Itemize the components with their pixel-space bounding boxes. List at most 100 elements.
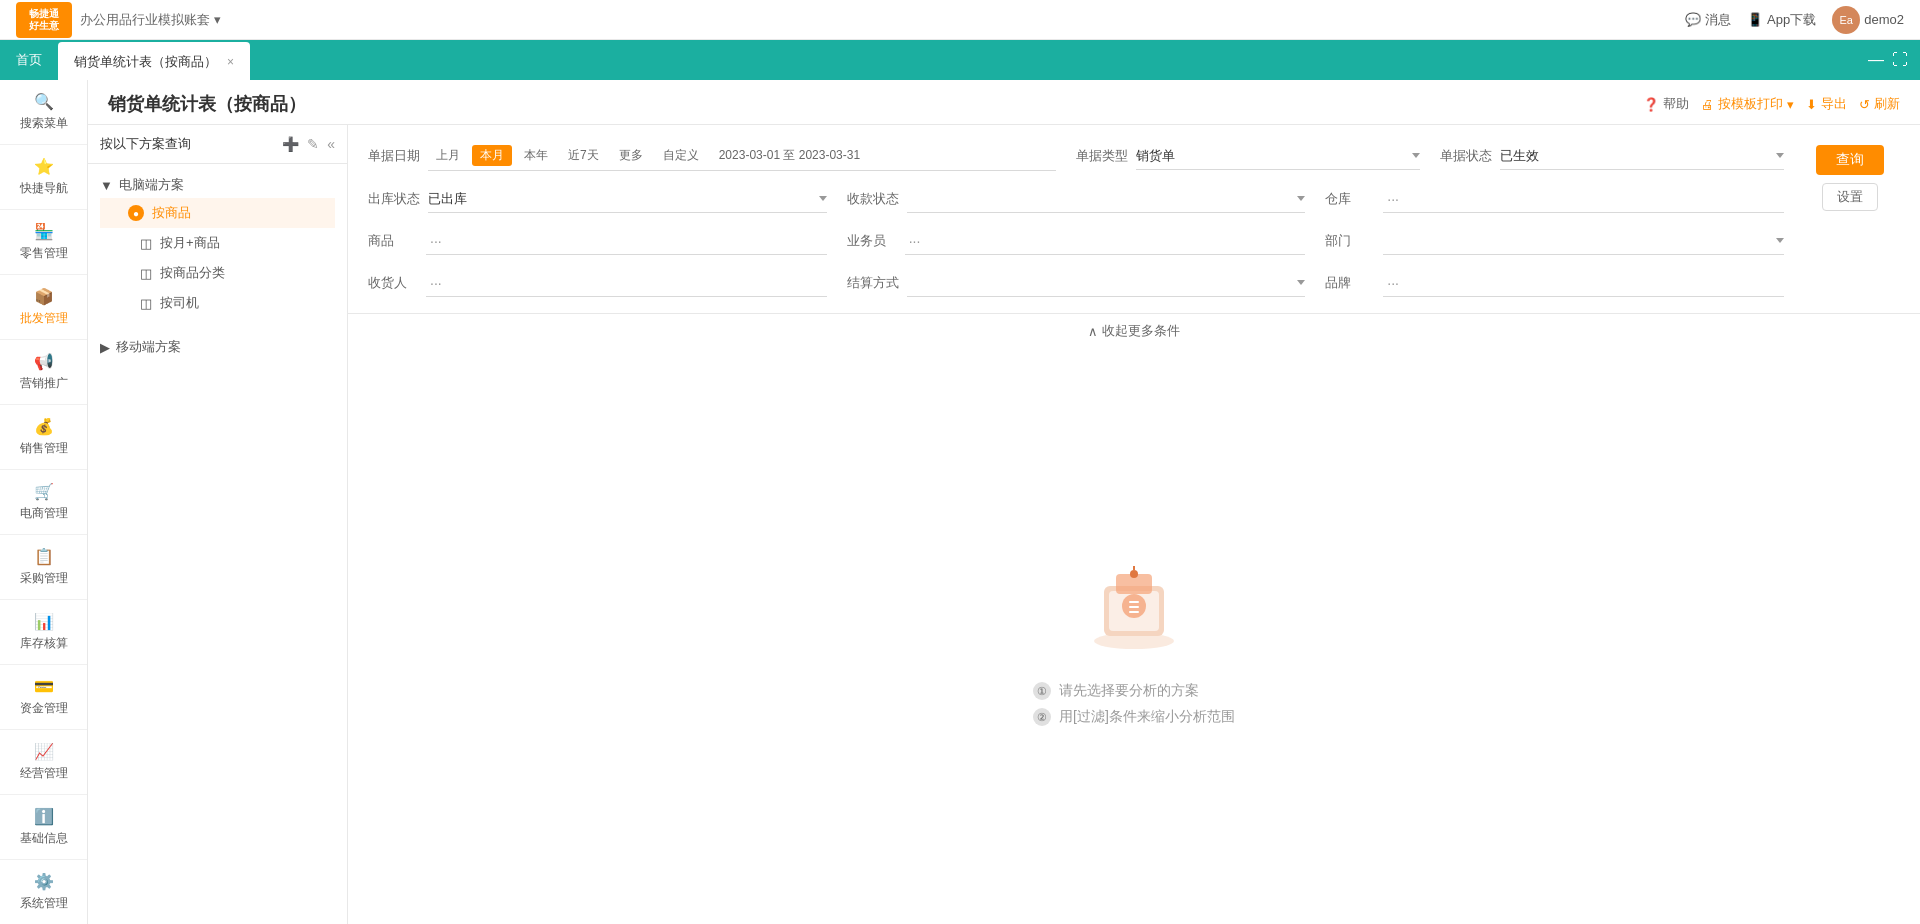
app-download-button[interactable]: 📱 App下载 [1747, 11, 1816, 29]
pc-section-label: 电脑端方案 [119, 176, 184, 194]
goods-control[interactable]: ··· [426, 227, 827, 255]
export-icon: ⬇ [1806, 97, 1817, 112]
brand-dots[interactable]: ··· [1387, 275, 1399, 291]
svg-rect-6 [1129, 611, 1139, 613]
settings-button[interactable]: 设置 [1822, 183, 1878, 211]
collapse-button[interactable]: ∧ 收起更多条件 [1088, 322, 1180, 340]
split-panel: 按以下方案查询 ➕ ✎ « ▼ 电脑端方案 [88, 125, 1920, 924]
print-chevron-icon: ▾ [1787, 97, 1794, 112]
receiver-dots[interactable]: ··· [430, 275, 442, 291]
purchase-icon: 📋 [34, 547, 54, 566]
dept-select[interactable] [1383, 238, 1784, 243]
scheme-item-by-month-goods[interactable]: ◫ 按月+商品 [100, 228, 335, 258]
recv-status-label: 收款状态 [847, 190, 899, 208]
tab-home-label: 首页 [16, 51, 42, 69]
scheme-edit-button[interactable]: ✎ [307, 136, 319, 152]
export-button[interactable]: ⬇ 导出 [1806, 95, 1847, 113]
empty-illustration [1074, 546, 1194, 666]
goods-dots[interactable]: ··· [430, 233, 442, 249]
date-btn-this-month[interactable]: 本月 [472, 145, 512, 166]
sidebar-item-marketing[interactable]: 📢 营销推广 [0, 340, 87, 405]
sidebar-item-finance[interactable]: 💳 资金管理 [0, 665, 87, 730]
payment-select[interactable] [907, 280, 1306, 285]
warehouse-control[interactable]: ··· [1383, 185, 1784, 213]
date-btn-custom[interactable]: 自定义 [655, 145, 707, 166]
scheme-header: 按以下方案查询 ➕ ✎ « [88, 125, 347, 164]
stock-status-label: 出库状态 [368, 190, 420, 208]
print-button[interactable]: 🖨 按模板打印 ▾ [1701, 95, 1794, 113]
sidebar-item-wholesale[interactable]: 📦 批发管理 [0, 275, 87, 340]
date-btn-more[interactable]: 更多 [611, 145, 651, 166]
sidebar-item-sales[interactable]: 💰 销售管理 [0, 405, 87, 470]
scheme-item-by-goods-category[interactable]: ◫ 按商品分类 [100, 258, 335, 288]
sidebar-item-search[interactable]: 🔍 搜索菜单 [0, 80, 87, 145]
doc-status-control[interactable]: 已生效 [1500, 142, 1784, 170]
pc-section-arrow: ▼ [100, 178, 113, 193]
filter-date-item: 单据日期 上月 本月 本年 近7天 更多 [368, 141, 1056, 171]
tab-active-label: 销货单统计表（按商品） [74, 53, 217, 71]
date-btn-this-year[interactable]: 本年 [516, 145, 556, 166]
scheme-item-by-driver[interactable]: ◫ 按司机 [100, 288, 335, 318]
sidebar-item-quick-nav[interactable]: ⭐ 快捷导航 [0, 145, 87, 210]
brand-name: 畅捷通好生意 [29, 8, 59, 32]
doc-status-label: 单据状态 [1440, 147, 1492, 165]
stock-status-select[interactable]: 已出库 [428, 190, 827, 208]
date-btn-last-month[interactable]: 上月 [428, 145, 468, 166]
scheme-collapse-button[interactable]: « [327, 136, 335, 152]
sidebar-item-inventory[interactable]: 📊 库存核算 [0, 600, 87, 665]
doc-type-select[interactable]: 销货单 [1136, 147, 1420, 165]
doc-type-control[interactable]: 销货单 [1136, 142, 1420, 170]
empty-state: ① 请先选择要分析的方案 ② 用[过滤]条件来缩小分析范围 [348, 348, 1920, 924]
workspace-selector[interactable]: 办公用品行业模拟账套 ▾ [80, 11, 221, 29]
doc-status-select[interactable]: 已生效 [1500, 147, 1784, 165]
scheme-item-icon: ● [128, 205, 144, 221]
tab-home[interactable]: 首页 [0, 40, 58, 80]
recv-status-control[interactable] [907, 185, 1306, 213]
date-label: 单据日期 [368, 147, 420, 165]
ecommerce-icon: 🛒 [34, 482, 54, 501]
query-button[interactable]: 查询 [1816, 145, 1884, 175]
sidebar-item-label: 经营管理 [20, 765, 68, 782]
dept-control[interactable] [1383, 227, 1784, 255]
scheme-panel: 按以下方案查询 ➕ ✎ « ▼ 电脑端方案 [88, 125, 348, 924]
refresh-button[interactable]: ↺ 刷新 [1859, 95, 1900, 113]
warehouse-dots[interactable]: ··· [1387, 191, 1399, 207]
recv-status-chevron-icon [1297, 196, 1305, 201]
staff-control[interactable]: ··· [905, 227, 1306, 255]
message-label: 消息 [1705, 11, 1731, 29]
user-profile-button[interactable]: Ea demo2 [1832, 6, 1904, 34]
recv-status-select[interactable] [907, 196, 1306, 201]
stock-status-control[interactable]: 已出库 [428, 185, 827, 213]
brand-control[interactable]: ··· [1383, 269, 1784, 297]
scheme-sub-icon2: ◫ [140, 266, 152, 281]
scheme-pc-section-title[interactable]: ▼ 电脑端方案 [100, 172, 335, 198]
tab-maximize-button[interactable]: ⛶ [1892, 51, 1908, 69]
receiver-control[interactable]: ··· [426, 269, 827, 297]
payment-control[interactable] [907, 269, 1306, 297]
tab-close-button[interactable]: × [227, 55, 234, 69]
empty-tips: ① 请先选择要分析的方案 ② 用[过滤]条件来缩小分析范围 [1033, 682, 1235, 726]
staff-dots[interactable]: ··· [909, 233, 921, 249]
date-btn-7days[interactable]: 近7天 [560, 145, 607, 166]
main-area: 🔍 搜索菜单 ⭐ 快捷导航 🏪 零售管理 📦 批发管理 📢 营销推广 💰 [0, 80, 1920, 924]
workspace-label: 办公用品行业模拟账套 [80, 11, 210, 29]
tab-minimize-button[interactable]: — [1868, 51, 1884, 69]
sidebar-item-label: 批发管理 [20, 310, 68, 327]
scheme-item-by-goods[interactable]: ● 按商品 [100, 198, 335, 228]
filter-collapse-bar[interactable]: ∧ 收起更多条件 [348, 314, 1920, 348]
sidebar-item-purchase[interactable]: 📋 采购管理 [0, 535, 87, 600]
payment-chevron-icon [1297, 280, 1305, 285]
sidebar-item-ecommerce[interactable]: 🛒 电商管理 [0, 470, 87, 535]
sidebar-item-retail[interactable]: 🏪 零售管理 [0, 210, 87, 275]
tab-active[interactable]: 销货单统计表（按商品） × [58, 42, 250, 82]
sidebar-item-label: 零售管理 [20, 245, 68, 262]
message-button[interactable]: 💬 消息 [1685, 11, 1731, 29]
scheme-mobile-section-title[interactable]: ▶ 移动端方案 [100, 334, 335, 360]
page-title: 销货单统计表（按商品） [108, 92, 306, 116]
help-button[interactable]: ❓ 帮助 [1643, 95, 1689, 113]
sidebar-item-system[interactable]: ⚙️ 系统管理 [0, 860, 87, 924]
sidebar-item-operations[interactable]: 📈 经营管理 [0, 730, 87, 795]
sidebar-item-basic-info[interactable]: ℹ️ 基础信息 [0, 795, 87, 860]
scheme-sub-label: 按月+商品 [160, 234, 220, 252]
scheme-add-button[interactable]: ➕ [282, 136, 299, 152]
